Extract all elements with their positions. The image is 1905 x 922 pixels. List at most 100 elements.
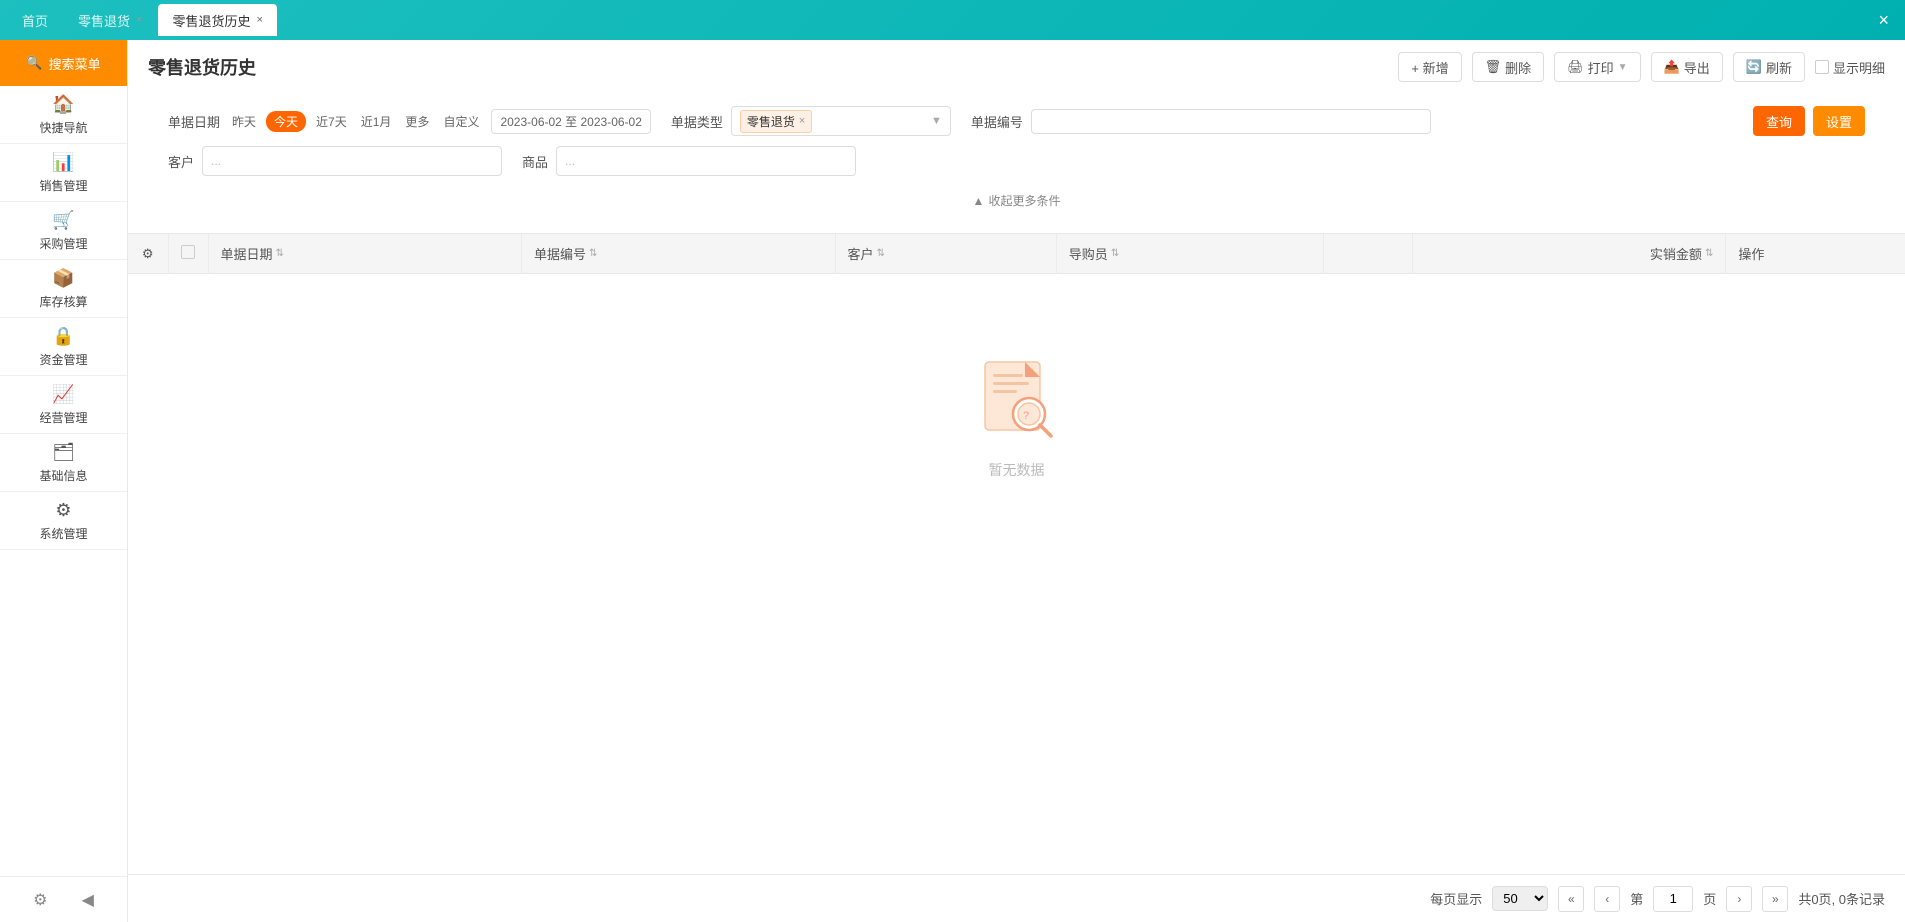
shortcut-1month[interactable]: 近1月 xyxy=(357,111,396,132)
th-customer-label: 客户 xyxy=(848,244,874,263)
data-table: ⚙ 单据日期 ⇅ 单据编号 xyxy=(128,234,1905,560)
shortcut-more[interactable]: 更多 xyxy=(401,111,433,132)
sidebar-item-label-sales: 销售管理 xyxy=(39,177,87,194)
customer-select-inner: ... xyxy=(211,154,493,168)
sort-date-icon: ⇅ xyxy=(276,248,284,259)
th-amount[interactable]: 实销金额 ⇅ xyxy=(1412,234,1726,274)
date-range-value: 2023-06-02 至 2023-06-02 xyxy=(500,113,641,130)
export-button[interactable]: 📤 导出 xyxy=(1651,52,1723,82)
sidebar-item-operations[interactable]: 📈 经营管理 xyxy=(0,376,127,434)
chevron-up-icon: ▲ xyxy=(973,194,985,208)
per-page-select[interactable]: 50 10 20 100 xyxy=(1492,886,1548,911)
search-icon: 🔍 xyxy=(26,55,42,71)
sidebar-item-label-purchase: 采购管理 xyxy=(39,235,87,252)
customer-placeholder: ... xyxy=(211,154,221,168)
th-checkbox[interactable] xyxy=(168,234,208,274)
sort-guide-icon: ⇅ xyxy=(1111,248,1119,259)
empty-icon: ? xyxy=(967,354,1067,444)
voucher-type-select-inner: 零售退货 × xyxy=(740,110,931,133)
voucher-type-tag-close[interactable]: × xyxy=(799,115,805,127)
delete-button[interactable]: 🗑 删除 xyxy=(1472,52,1545,82)
empty-text: 暂无数据 xyxy=(989,460,1045,480)
th-amount-label: 实销金额 xyxy=(1650,244,1702,263)
th-guide[interactable]: 导购员 ⇅ xyxy=(1056,234,1323,274)
sidebar: 🔍 搜索菜单 🏠 快捷导航 📊 销售管理 🛒 采购管理 📦 库存核算 🔒 xyxy=(0,40,128,922)
sidebar-item-label-base-info: 基础信息 xyxy=(39,467,87,484)
th-settings[interactable]: ⚙ xyxy=(128,234,168,274)
shortcut-yesterday[interactable]: 昨天 xyxy=(228,111,260,132)
sidebar-item-label-quick-nav: 快捷导航 xyxy=(39,119,87,136)
delete-icon: 🗑 xyxy=(1485,59,1502,75)
sidebar-item-label-sys: 系统管理 xyxy=(39,525,87,542)
page-number-input[interactable] xyxy=(1653,886,1693,912)
select-all-checkbox[interactable] xyxy=(181,245,195,259)
sidebar-search[interactable]: 🔍 搜索菜单 xyxy=(0,40,127,86)
filter-area: 单据日期 昨天 今天 近7天 近1月 更多 自定义 2023-06-02 至 2… xyxy=(148,94,1885,233)
settings-bottom-icon[interactable]: ⚙ xyxy=(33,890,47,910)
show-detail-checkbox[interactable] xyxy=(1815,60,1829,74)
query-button[interactable]: 查询 xyxy=(1753,106,1805,136)
print-button[interactable]: 🖨 打印 ▼ xyxy=(1554,52,1640,82)
th-date-label: 单据日期 xyxy=(221,244,273,263)
sidebar-item-inventory[interactable]: 📦 库存核算 xyxy=(0,260,127,318)
tab-home[interactable]: 首页 xyxy=(8,4,62,36)
refresh-button[interactable]: 🔄 刷新 xyxy=(1733,52,1805,82)
sidebar-search-label: 搜索菜单 xyxy=(49,54,101,73)
collapse-more-button[interactable]: ▲ 收起更多条件 xyxy=(168,186,1865,221)
table-settings-icon[interactable]: ⚙ xyxy=(142,246,154,261)
shortcut-today[interactable]: 今天 xyxy=(266,111,306,132)
tab-return-history-close[interactable]: × xyxy=(256,14,262,26)
date-range-input[interactable]: 2023-06-02 至 2023-06-02 xyxy=(491,109,650,134)
next-page-button[interactable]: › xyxy=(1726,886,1752,912)
th-action: 操作 xyxy=(1726,234,1905,274)
tab-return-history[interactable]: 零售退货历史 × xyxy=(158,4,276,36)
setting-button[interactable]: 设置 xyxy=(1813,106,1865,136)
window-close-button[interactable]: × xyxy=(1870,10,1897,31)
goods-select[interactable]: ... xyxy=(556,146,856,176)
sidebar-item-sales-mgmt[interactable]: 📊 销售管理 xyxy=(0,144,127,202)
page-title-row: 零售退货历史 + 新增 🗑 删除 🖨 打印 ▼ 📤 导出 xyxy=(148,52,1885,82)
tab-return[interactable]: 零售退货 × xyxy=(64,4,156,36)
voucher-no-input[interactable] xyxy=(1031,109,1431,134)
shortcut-custom[interactable]: 自定义 xyxy=(439,111,483,132)
prev-page-button[interactable]: ‹ xyxy=(1594,886,1620,912)
page-header: 零售退货历史 + 新增 🗑 删除 🖨 打印 ▼ 📤 导出 xyxy=(128,40,1905,234)
sidebar-item-base-info[interactable]: 🗂 基础信息 xyxy=(0,434,127,492)
sidebar-item-purchase-mgmt[interactable]: 🛒 采购管理 xyxy=(0,202,127,260)
sidebar-item-finance[interactable]: 🔒 资金管理 xyxy=(0,318,127,376)
customer-select[interactable]: ... xyxy=(202,146,502,176)
page-unit-label: 页 xyxy=(1703,889,1716,908)
inventory-icon: 📦 xyxy=(52,268,74,289)
sidebar-item-sys-mgmt[interactable]: ⚙ 系统管理 xyxy=(0,492,127,550)
toolbar-buttons: + 新增 🗑 删除 🖨 打印 ▼ 📤 导出 🔄 xyxy=(1398,52,1885,82)
sort-amount-icon: ⇅ xyxy=(1705,248,1713,259)
last-page-button[interactable]: » xyxy=(1762,886,1788,912)
filter-customer-label: 客户 xyxy=(168,152,194,171)
shortcut-7days[interactable]: 近7天 xyxy=(312,111,351,132)
th-customer[interactable]: 客户 ⇅ xyxy=(835,234,1056,274)
table-body: ? 暂无数据 xyxy=(128,274,1905,561)
sys-mgmt-icon: ⚙ xyxy=(55,500,71,521)
content-area: 零售退货历史 + 新增 🗑 删除 🖨 打印 ▼ 📤 导出 xyxy=(128,40,1905,922)
table-header-row: ⚙ 单据日期 ⇅ 单据编号 xyxy=(128,234,1905,274)
page-title: 零售退货历史 xyxy=(148,54,256,80)
new-button[interactable]: + 新增 xyxy=(1398,52,1461,82)
toggle-sidebar-icon[interactable]: ◀ xyxy=(82,890,94,910)
pagination-bar: 每页显示 50 10 20 100 « ‹ 第 页 › » 共0页, 0条记录 xyxy=(128,874,1905,922)
th-date[interactable]: 单据日期 ⇅ xyxy=(208,234,522,274)
th-no[interactable]: 单据编号 ⇅ xyxy=(522,234,836,274)
operations-icon: 📈 xyxy=(52,384,74,405)
first-page-button[interactable]: « xyxy=(1558,886,1584,912)
filter-goods-item: 商品 ... xyxy=(522,146,856,176)
base-info-icon: 🗂 xyxy=(52,442,75,463)
show-detail-label[interactable]: 显示明细 xyxy=(1815,58,1885,77)
filter-voucher-type-item: 单据类型 零售退货 × ▼ xyxy=(671,106,951,136)
goods-placeholder: ... xyxy=(565,154,575,168)
voucher-type-select[interactable]: 零售退货 × ▼ xyxy=(731,106,951,136)
sidebar-item-label-finance: 资金管理 xyxy=(39,351,87,368)
tab-return-history-label: 零售退货历史 xyxy=(172,11,250,30)
empty-state: ? 暂无数据 xyxy=(128,274,1905,560)
voucher-type-tag: 零售退货 × xyxy=(740,110,812,133)
sidebar-item-quick-nav[interactable]: 🏠 快捷导航 xyxy=(0,86,127,144)
tab-return-close[interactable]: × xyxy=(136,14,142,26)
